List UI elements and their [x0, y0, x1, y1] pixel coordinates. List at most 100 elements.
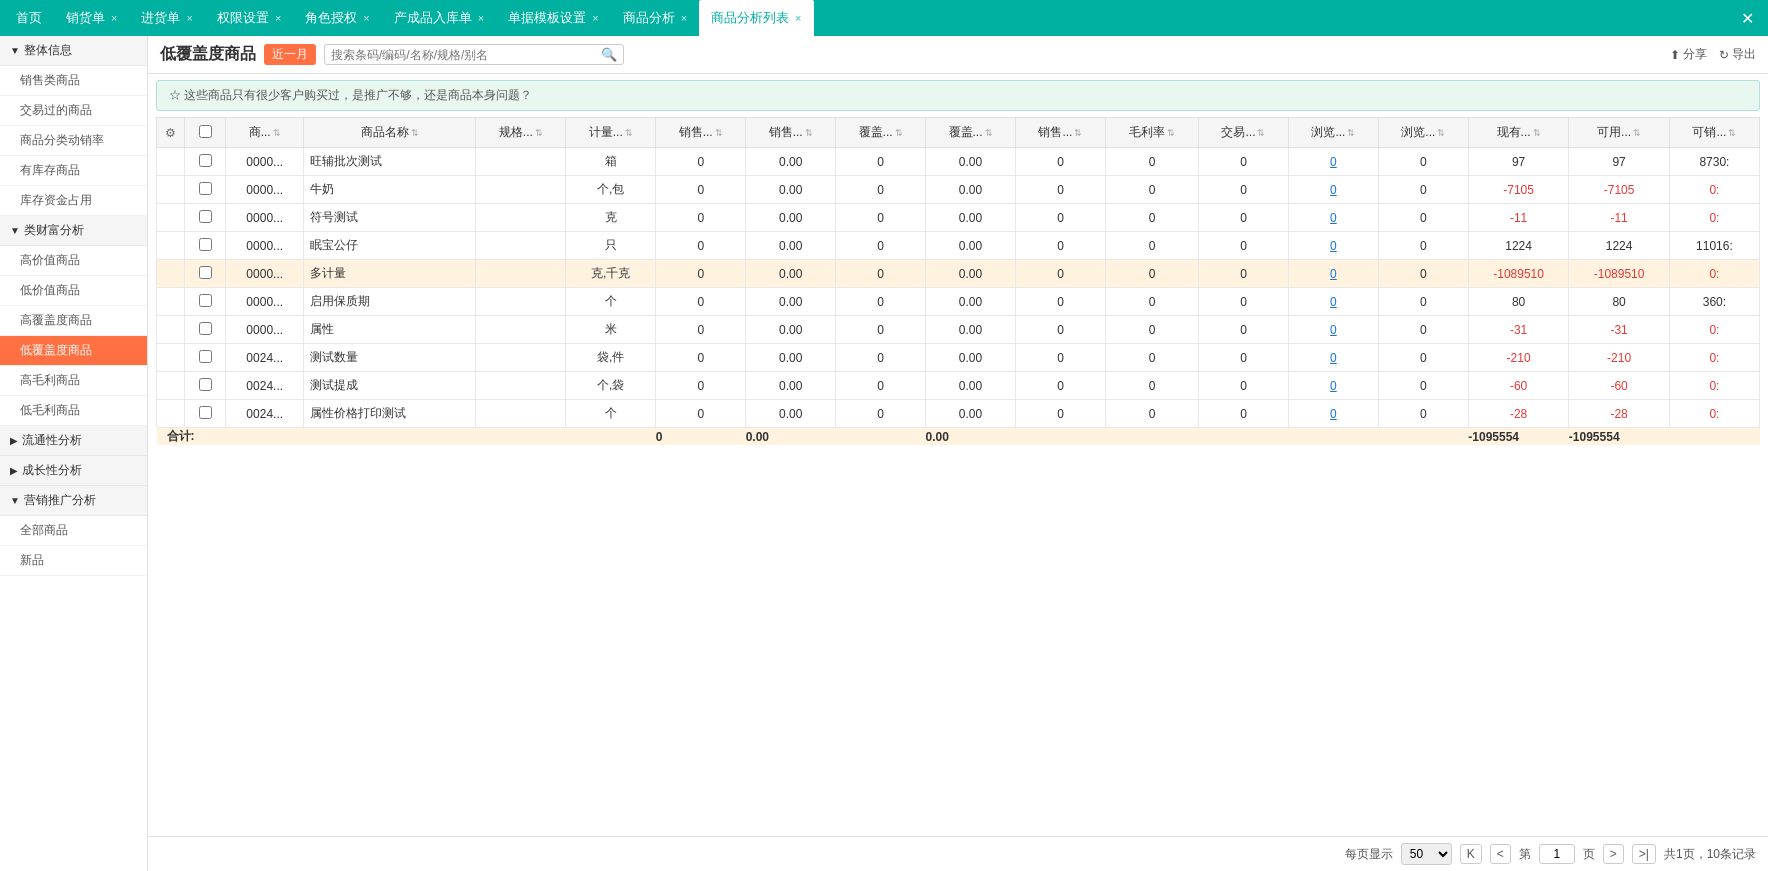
sidebar-item-traded-goods[interactable]: 交易过的商品	[0, 96, 147, 126]
cell-checkbox[interactable]	[185, 344, 226, 372]
sidebar-item-high-coverage[interactable]: 高覆盖度商品	[0, 306, 147, 336]
cell-browse1[interactable]: 0	[1288, 372, 1378, 400]
cell-checkbox[interactable]	[185, 288, 226, 316]
col-available[interactable]: 可用...⇅	[1569, 118, 1670, 148]
col-browse2[interactable]: 浏览...⇅	[1378, 118, 1468, 148]
cell-checkbox[interactable]	[185, 204, 226, 232]
tab-permission[interactable]: 权限设置 ×	[205, 0, 293, 36]
close-tab-purchase[interactable]: ×	[186, 12, 192, 24]
cell-browse1[interactable]: 0	[1288, 204, 1378, 232]
sidebar-item-sales-goods[interactable]: 销售类商品	[0, 66, 147, 96]
row-checkbox[interactable]	[199, 238, 212, 251]
next-page-btn[interactable]: >	[1603, 844, 1624, 864]
close-tab-sales[interactable]: ×	[111, 12, 117, 24]
close-tab-analysis[interactable]: ×	[681, 12, 687, 24]
page-size-select[interactable]: 50 100 200	[1401, 843, 1452, 865]
footer-sale3	[1016, 428, 1106, 446]
sidebar-item-in-stock[interactable]: 有库存商品	[0, 156, 147, 186]
sidebar-item-category-rate[interactable]: 商品分类动销率	[0, 126, 147, 156]
tab-sales[interactable]: 销货单 ×	[54, 0, 129, 36]
cell-trade: 0	[1199, 400, 1289, 428]
cell-checkbox[interactable]	[185, 232, 226, 260]
export-button[interactable]: ↻ 导出	[1719, 46, 1756, 63]
close-tab-finished[interactable]: ×	[478, 12, 484, 24]
row-checkbox[interactable]	[199, 154, 212, 167]
main-table: ⚙ 商...⇅ 商品名称⇅ 规格...⇅ 计量...⇅ 销售...⇅ 销售...…	[156, 117, 1760, 445]
row-checkbox[interactable]	[199, 182, 212, 195]
period-button[interactable]: 近一月	[264, 44, 316, 65]
cell-browse1[interactable]: 0	[1288, 260, 1378, 288]
select-all-checkbox[interactable]	[199, 125, 212, 138]
cell-browse1[interactable]: 0	[1288, 148, 1378, 176]
sidebar-item-all-goods[interactable]: 全部商品	[0, 516, 147, 546]
sidebar-item-low-value[interactable]: 低价值商品	[0, 276, 147, 306]
sidebar-item-high-value[interactable]: 高价值商品	[0, 246, 147, 276]
col-cover2[interactable]: 覆盖...⇅	[926, 118, 1016, 148]
search-input[interactable]	[331, 48, 597, 62]
sidebar-item-new-goods[interactable]: 新品	[0, 546, 147, 576]
sidebar-item-low-margin[interactable]: 低毛利商品	[0, 396, 147, 426]
sidebar-section-growth[interactable]: ▶ 成长性分析	[0, 456, 147, 486]
col-unit[interactable]: 计量...⇅	[566, 118, 656, 148]
close-tab-template[interactable]: ×	[592, 12, 598, 24]
col-sale-qty[interactable]: 销售...⇅	[656, 118, 746, 148]
tab-finished[interactable]: 产成品入库单 ×	[382, 0, 496, 36]
share-button[interactable]: ⬆ 分享	[1670, 46, 1707, 63]
row-checkbox[interactable]	[199, 266, 212, 279]
cell-checkbox[interactable]	[185, 316, 226, 344]
sidebar-item-stock-capital[interactable]: 库存资金占用	[0, 186, 147, 216]
tab-home[interactable]: 首页	[4, 0, 54, 36]
close-tab-analysis-list[interactable]: ×	[795, 12, 801, 24]
col-cover1[interactable]: 覆盖...⇅	[836, 118, 926, 148]
cell-checkbox[interactable]	[185, 260, 226, 288]
cell-gross: 0	[1105, 260, 1198, 288]
col-checkbox-header[interactable]	[185, 118, 226, 148]
cell-browse1[interactable]: 0	[1288, 400, 1378, 428]
sidebar-section-wealth[interactable]: ▼ 类财富分析	[0, 216, 147, 246]
col-sale-amt[interactable]: 销售...⇅	[746, 118, 836, 148]
tab-role[interactable]: 角色授权 ×	[293, 0, 381, 36]
sidebar-item-high-margin[interactable]: 高毛利商品	[0, 366, 147, 396]
col-code[interactable]: 商...⇅	[226, 118, 304, 148]
col-browse1[interactable]: 浏览...⇅	[1288, 118, 1378, 148]
sidebar-section-overall[interactable]: ▼ 整体信息	[0, 36, 147, 66]
row-checkbox[interactable]	[199, 294, 212, 307]
sidebar-section-marketing[interactable]: ▼ 营销推广分析	[0, 486, 147, 516]
tab-purchase[interactable]: 进货单 ×	[129, 0, 204, 36]
close-tab-role[interactable]: ×	[363, 12, 369, 24]
prev-page-btn[interactable]: <	[1490, 844, 1511, 864]
col-spec[interactable]: 规格...⇅	[476, 118, 566, 148]
page-number-input[interactable]	[1539, 844, 1575, 864]
col-name[interactable]: 商品名称⇅	[304, 118, 476, 148]
last-page-btn[interactable]: >|	[1632, 844, 1656, 864]
close-tab-permission[interactable]: ×	[275, 12, 281, 24]
row-checkbox[interactable]	[199, 350, 212, 363]
first-page-btn[interactable]: K	[1460, 844, 1482, 864]
cell-browse1[interactable]: 0	[1288, 344, 1378, 372]
cell-checkbox[interactable]	[185, 148, 226, 176]
cell-checkbox[interactable]	[185, 400, 226, 428]
row-checkbox[interactable]	[199, 406, 212, 419]
cell-browse1[interactable]: 0	[1288, 232, 1378, 260]
row-checkbox[interactable]	[199, 210, 212, 223]
cell-checkbox[interactable]	[185, 372, 226, 400]
cell-browse1[interactable]: 0	[1288, 288, 1378, 316]
col-saleable[interactable]: 可销...⇅	[1669, 118, 1759, 148]
col-settings[interactable]: ⚙	[157, 118, 185, 148]
tab-template[interactable]: 单据模板设置 ×	[496, 0, 610, 36]
col-trade[interactable]: 交易...⇅	[1199, 118, 1289, 148]
col-current[interactable]: 现有...⇅	[1468, 118, 1569, 148]
col-sale3[interactable]: 销售...⇅	[1016, 118, 1106, 148]
cell-checkbox[interactable]	[185, 176, 226, 204]
cell-browse1[interactable]: 0	[1288, 316, 1378, 344]
sidebar-section-circulation[interactable]: ▶ 流通性分析	[0, 426, 147, 456]
cell-settings	[157, 288, 185, 316]
window-close-button[interactable]: ✕	[1731, 9, 1764, 28]
row-checkbox[interactable]	[199, 378, 212, 391]
row-checkbox[interactable]	[199, 322, 212, 335]
tab-analysis[interactable]: 商品分析 ×	[611, 0, 699, 36]
cell-browse1[interactable]: 0	[1288, 176, 1378, 204]
tab-analysis-list[interactable]: 商品分析列表 ×	[699, 0, 813, 36]
col-gross[interactable]: 毛利率⇅	[1105, 118, 1198, 148]
sidebar-item-low-coverage[interactable]: 低覆盖度商品	[0, 336, 147, 366]
